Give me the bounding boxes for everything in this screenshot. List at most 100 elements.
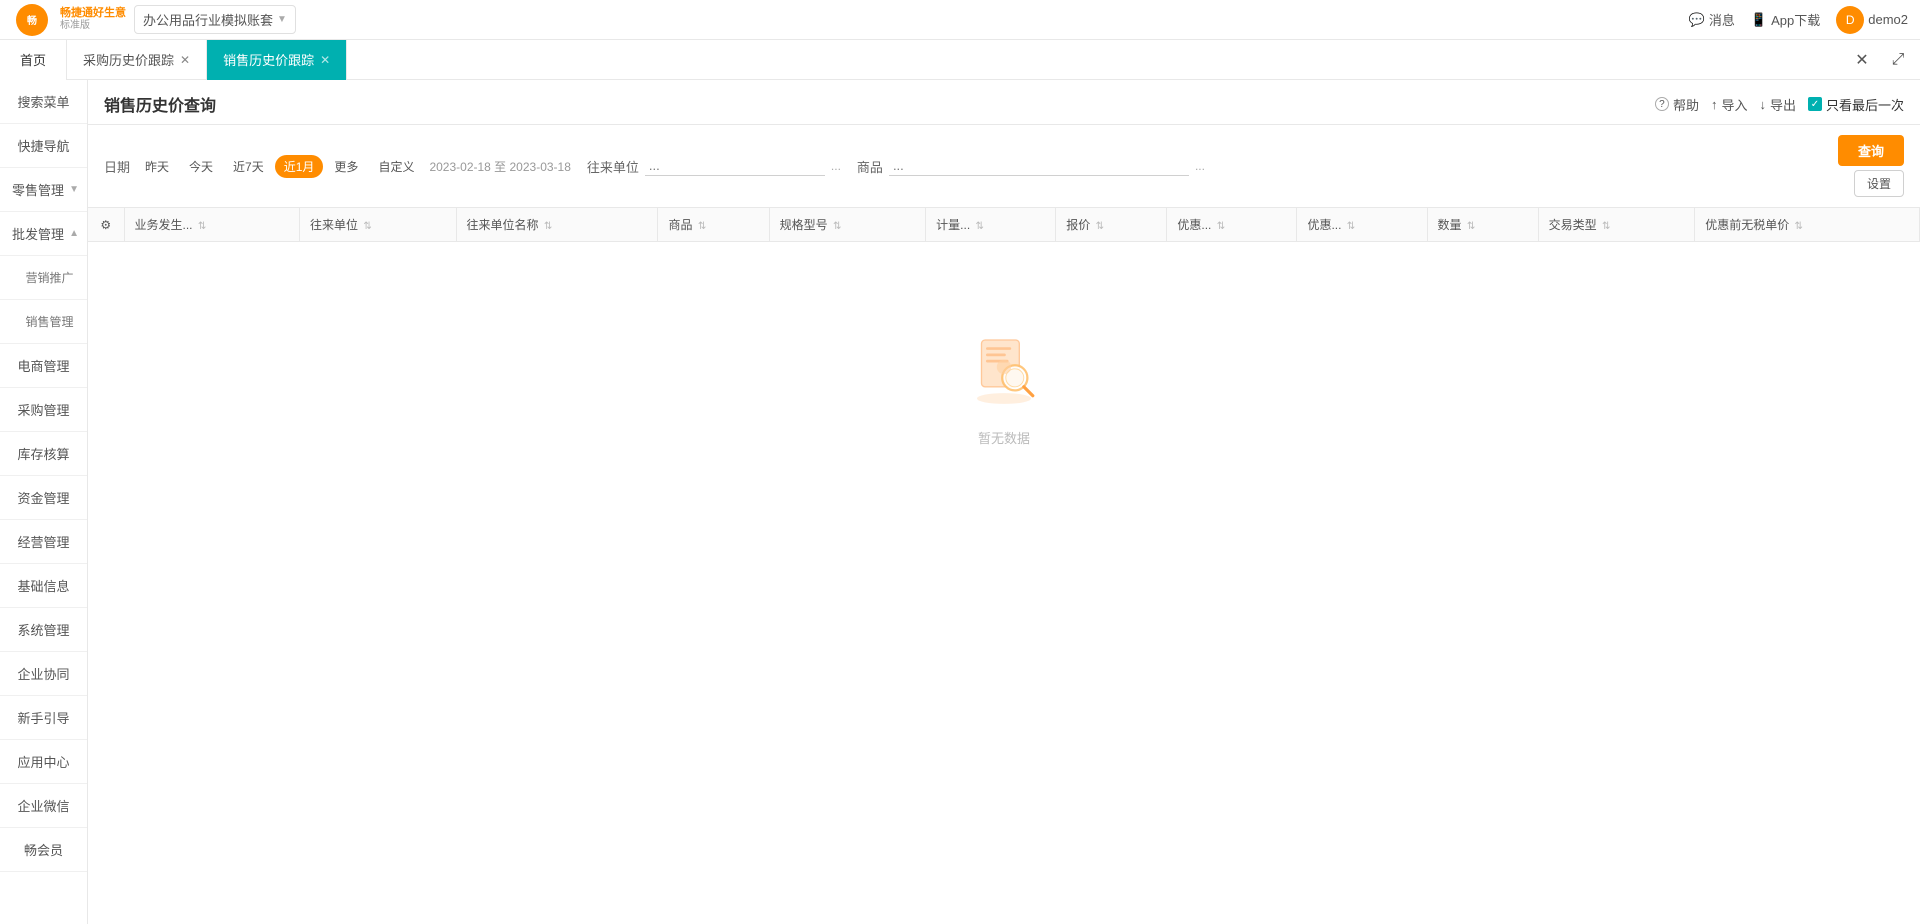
col-partner-code[interactable]: 往来单位 ⇅ [299,208,456,242]
sidebar-item-wholesale[interactable]: 批发管理 ▲ [0,212,87,256]
sidebar-item-member[interactable]: 畅会员 [0,828,87,872]
date-btn-custom[interactable]: 自定义 [369,155,423,178]
company-name: 办公用品行业模拟账套 [143,10,273,29]
sidebar-operations-label: 经营管理 [17,532,69,551]
col-discount2[interactable]: 优惠... ⇅ [1297,208,1427,242]
sort-arrows-unit: ⇅ [976,221,984,232]
brand-name: 畅捷通好生意 [60,7,126,20]
col-discount1-label: 优惠... [1177,218,1211,232]
date-label: 日期 [104,157,130,176]
sort-arrows-quantity: ⇅ [1467,221,1475,232]
col-unit[interactable]: 计量... ⇅ [926,208,1056,242]
settings-button[interactable]: 设置 [1854,170,1904,197]
tab-sales-history[interactable]: 销售历史价跟踪 ✕ [207,40,347,80]
col-discount1[interactable]: 优惠... ⇅ [1167,208,1297,242]
tab-purchase-history[interactable]: 采购历史价跟踪 ✕ [67,40,207,80]
help-icon: ? [1655,97,1669,111]
col-pretax-price[interactable]: 优惠前无税单价 ⇅ [1695,208,1920,242]
sidebar-inventory-label: 库存核算 [17,444,69,463]
sort-arrows-discount1: ⇅ [1217,221,1225,232]
table-header-row: ⚙ 业务发生... ⇅ 往来单位 ⇅ 往来单位名称 ⇅ [88,208,1920,242]
only-last-checkbox-area[interactable]: 只看最后一次 [1808,95,1904,114]
col-discount2-label: 优惠... [1307,218,1341,232]
date-btn-today[interactable]: 今天 [180,155,222,178]
sidebar-purchase-label: 采购管理 [17,400,69,419]
filter-action-area: 查询 设置 [1838,135,1904,197]
brand-subtitle: 标准版 [60,20,126,32]
tab-purchase-label: 采购历史价跟踪 [83,50,174,69]
col-unit-label: 计量... [936,218,970,232]
app-label: App下载 [1771,10,1820,29]
col-spec[interactable]: 规格型号 ⇅ [769,208,926,242]
tab-sales-close[interactable]: ✕ [320,53,330,67]
settings-gear-icon[interactable]: ⚙ [100,218,111,232]
message-action[interactable]: 💬 消息 [1689,10,1735,29]
export-icon: ↓ [1759,97,1766,112]
sort-arrows-partner-name: ⇅ [544,221,552,232]
sidebar-item-ecommerce[interactable]: 电商管理 [0,344,87,388]
sidebar-item-sales-mgmt[interactable]: 销售管理 [0,300,87,344]
message-icon: 💬 [1689,12,1705,28]
export-action[interactable]: ↓ 导出 [1759,95,1796,114]
sidebar-item-operations[interactable]: 经营管理 [0,520,87,564]
col-biz-date[interactable]: 业务发生... ⇅ [124,208,299,242]
sidebar-item-marketing[interactable]: 营销推广 [0,256,87,300]
sidebar-item-guide[interactable]: 新手引导 [0,696,87,740]
sort-arrows-pretax-price: ⇅ [1795,221,1803,232]
partner-input[interactable] [645,156,825,176]
sidebar-app-center-label: 应用中心 [17,752,69,771]
tab-expand-button[interactable]: ⤢ [1884,46,1912,74]
sidebar-item-purchase[interactable]: 采购管理 [0,388,87,432]
sidebar-item-finance[interactable]: 资金管理 [0,476,87,520]
data-table: ⚙ 业务发生... ⇅ 往来单位 ⇅ 往来单位名称 ⇅ [88,208,1920,242]
sidebar-item-basic-info[interactable]: 基础信息 [0,564,87,608]
sidebar-wholesale-label: 批发管理 [12,224,64,243]
tab-sales-label: 销售历史价跟踪 [223,50,314,69]
import-action[interactable]: ↑ 导入 [1711,95,1748,114]
col-trade-type-label: 交易类型 [1549,218,1597,232]
sidebar-ecommerce-label: 电商管理 [17,356,69,375]
sidebar-item-retail[interactable]: 零售管理 ▼ [0,168,87,212]
main-layout: 搜索菜单 快捷导航 零售管理 ▼ 批发管理 ▲ 营销推广 销售管理 电商管理 采… [0,80,1920,924]
user-area[interactable]: D demo2 [1836,6,1908,34]
sidebar-item-wechat[interactable]: 企业微信 [0,784,87,828]
col-price[interactable]: 报价 ⇅ [1056,208,1167,242]
date-btn-last1month[interactable]: 近1月 [275,155,324,178]
empty-state: 暂无数据 [88,242,1920,527]
col-trade-type[interactable]: 交易类型 ⇅ [1538,208,1695,242]
sort-arrows-discount2: ⇅ [1347,221,1355,232]
col-quantity[interactable]: 数量 ⇅ [1427,208,1538,242]
sidebar-item-system[interactable]: 系统管理 [0,608,87,652]
help-action[interactable]: ? 帮助 [1655,95,1699,114]
wholesale-arrow-icon: ▲ [69,228,79,239]
col-quantity-label: 数量 [1438,218,1462,232]
svg-text:畅: 畅 [27,14,37,27]
tab-purchase-close[interactable]: ✕ [180,53,190,67]
company-selector[interactable]: 办公用品行业模拟账套 ▼ [134,5,296,34]
col-spec-label: 规格型号 [780,218,828,232]
tab-home[interactable]: 首页 [0,40,67,80]
page-header-actions: ? 帮助 ↑ 导入 ↓ 导出 只看最后一次 [1655,95,1904,114]
sidebar-item-app-center[interactable]: 应用中心 [0,740,87,784]
col-product[interactable]: 商品 ⇅ [658,208,769,242]
sidebar-item-quick-nav[interactable]: 快捷导航 [0,124,87,168]
sidebar-system-label: 系统管理 [17,620,69,639]
app-download-action[interactable]: 📱 App下载 [1751,10,1820,29]
tab-close-all-button[interactable]: ✕ [1848,46,1876,74]
partner-dots: ... [831,159,841,173]
col-settings[interactable]: ⚙ [88,208,124,242]
sidebar-item-inventory[interactable]: 库存核算 [0,432,87,476]
query-button[interactable]: 查询 [1838,135,1904,166]
sidebar-item-search-menu[interactable]: 搜索菜单 [0,80,87,124]
product-input[interactable] [889,156,1189,176]
date-btn-yesterday[interactable]: 昨天 [136,155,178,178]
sidebar-item-enterprise[interactable]: 企业协同 [0,652,87,696]
topbar-left: 畅 畅捷通好生意 标准版 办公用品行业模拟账套 ▼ [12,4,296,36]
import-icon: ↑ [1711,97,1718,112]
only-last-checkbox[interactable] [1808,97,1822,111]
sidebar-member-label: 畅会员 [24,840,63,859]
date-btn-more[interactable]: 更多 [325,155,367,178]
col-partner-code-label: 往来单位 [310,218,358,232]
col-partner-name[interactable]: 往来单位名称 ⇅ [456,208,658,242]
date-btn-last7days[interactable]: 近7天 [224,155,273,178]
